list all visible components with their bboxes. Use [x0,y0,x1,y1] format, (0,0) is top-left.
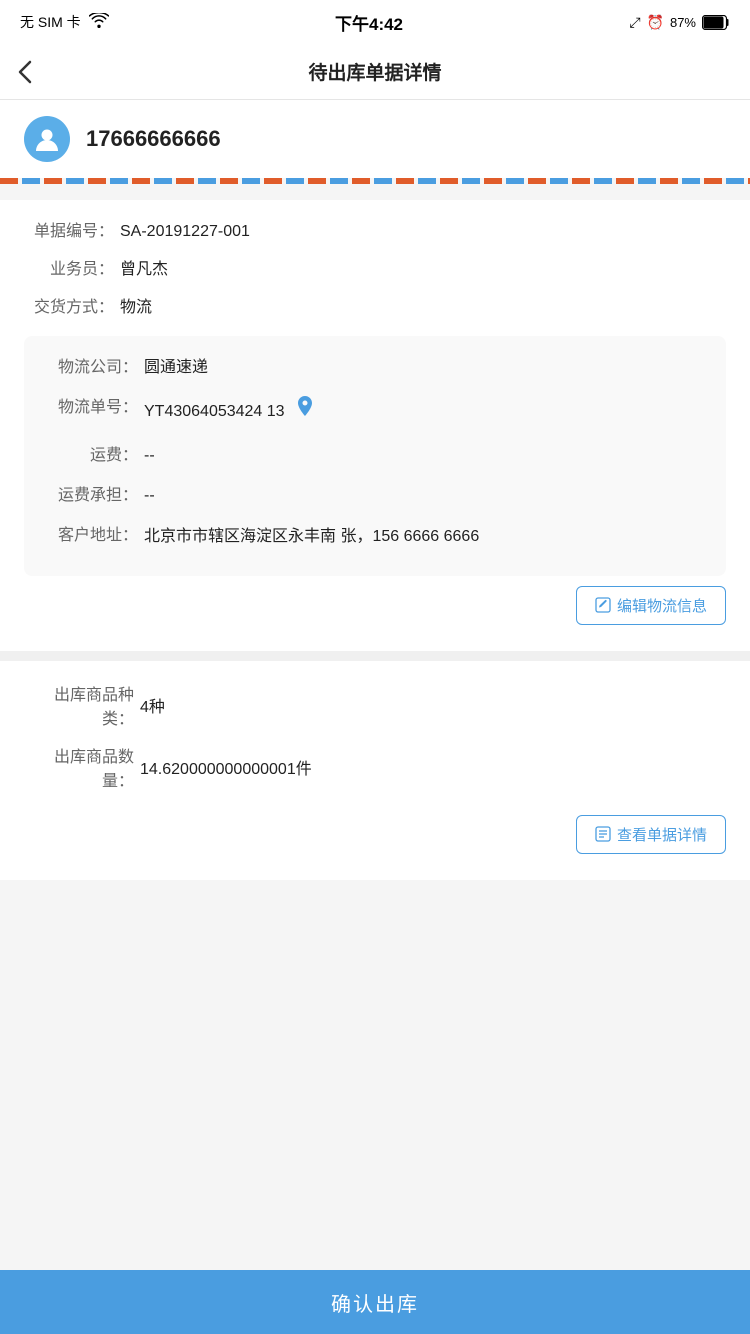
product-quantity-label: 出库商品数量： [24,743,134,791]
salesman-label: 业务员： [24,258,114,282]
freight-bear-row: 运费承担： -- [48,484,702,508]
salesman-value: 曾凡杰 [120,258,726,282]
battery-percent: 87% [670,15,696,30]
page-title: 待出库单据详情 [308,58,441,85]
status-left: 无 SIM 卡 [20,12,109,32]
confirm-button-label: 确认出库 [331,1288,419,1317]
logistics-company-row: 物流公司： 圆通速递 [48,356,702,380]
product-type-row: 出库商品种类： 4种 [24,681,726,729]
avatar [24,116,70,162]
customer-phone: 17666666666 [86,126,221,152]
sim-label: 无 SIM 卡 [20,12,81,32]
delivery-label: 交货方式： [24,296,114,320]
customer-header: 17666666666 [0,100,750,178]
order-number-row: 单据编号： SA-20191227-001 [24,220,726,244]
freight-value: -- [144,444,702,468]
bottom-spacer [0,880,750,960]
tracking-number-row: 物流单号： YT43064053424 13 [48,396,702,428]
decorative-divider [0,178,750,184]
edit-logistics-button[interactable]: 编辑物流信息 [576,586,726,625]
product-quantity-value: 14.620000000000001件 [140,755,726,779]
freight-label: 运费： [48,444,138,468]
logistics-company-value: 圆通速递 [144,356,702,380]
status-bar: 无 SIM 卡 下午4:42 ⤢ ⏰ 87% [0,0,750,44]
status-right: ⤢ ⏰ 87% [629,14,730,31]
tracking-location-icon[interactable] [295,396,315,428]
section-separator [0,651,750,661]
product-type-value: 4种 [140,693,726,717]
products-section: 出库商品种类： 4种 出库商品数量： 14.620000000000001件 查… [0,661,750,880]
address-row: 客户地址： 北京市市辖区海淀区永丰南 张，156 6666 6666 [48,524,702,550]
alarm-icon: ⏰ [647,14,664,31]
tracking-number-label: 物流单号： [48,396,138,420]
view-details-container: 查看单据详情 [24,805,726,860]
delivery-value: 物流 [120,296,726,320]
freight-row: 运费： -- [48,444,702,468]
logistics-card: 物流公司： 圆通速递 物流单号： YT43064053424 13 运费： --… [24,336,726,576]
salesman-row: 业务员： 曾凡杰 [24,258,726,282]
product-quantity-row: 出库商品数量： 14.620000000000001件 [24,743,726,791]
edit-logistics-container: 编辑物流信息 [24,576,726,631]
address-label: 客户地址： [48,524,138,548]
back-button[interactable] [18,60,32,84]
battery-icon [702,15,730,30]
nav-bar: 待出库单据详情 [0,44,750,100]
confirm-button[interactable]: 确认出库 [0,1270,750,1334]
order-info-section: 单据编号： SA-20191227-001 业务员： 曾凡杰 交货方式： 物流 … [0,200,750,651]
address-value: 北京市市辖区海淀区永丰南 张，156 6666 6666 [144,524,702,550]
delivery-row: 交货方式： 物流 [24,296,726,320]
freight-bear-value: -- [144,484,702,508]
order-number-label: 单据编号： [24,220,114,244]
wifi-icon [89,13,109,31]
view-details-button[interactable]: 查看单据详情 [576,815,726,854]
freight-bear-label: 运费承担： [48,484,138,508]
product-type-label: 出库商品种类： [24,681,134,729]
location-status-icon: ⤢ [629,14,640,31]
tracking-number-value: YT43064053424 13 [144,396,702,428]
status-time: 下午4:42 [335,10,403,35]
logistics-company-label: 物流公司： [48,356,138,380]
order-number-value: SA-20191227-001 [120,220,726,244]
